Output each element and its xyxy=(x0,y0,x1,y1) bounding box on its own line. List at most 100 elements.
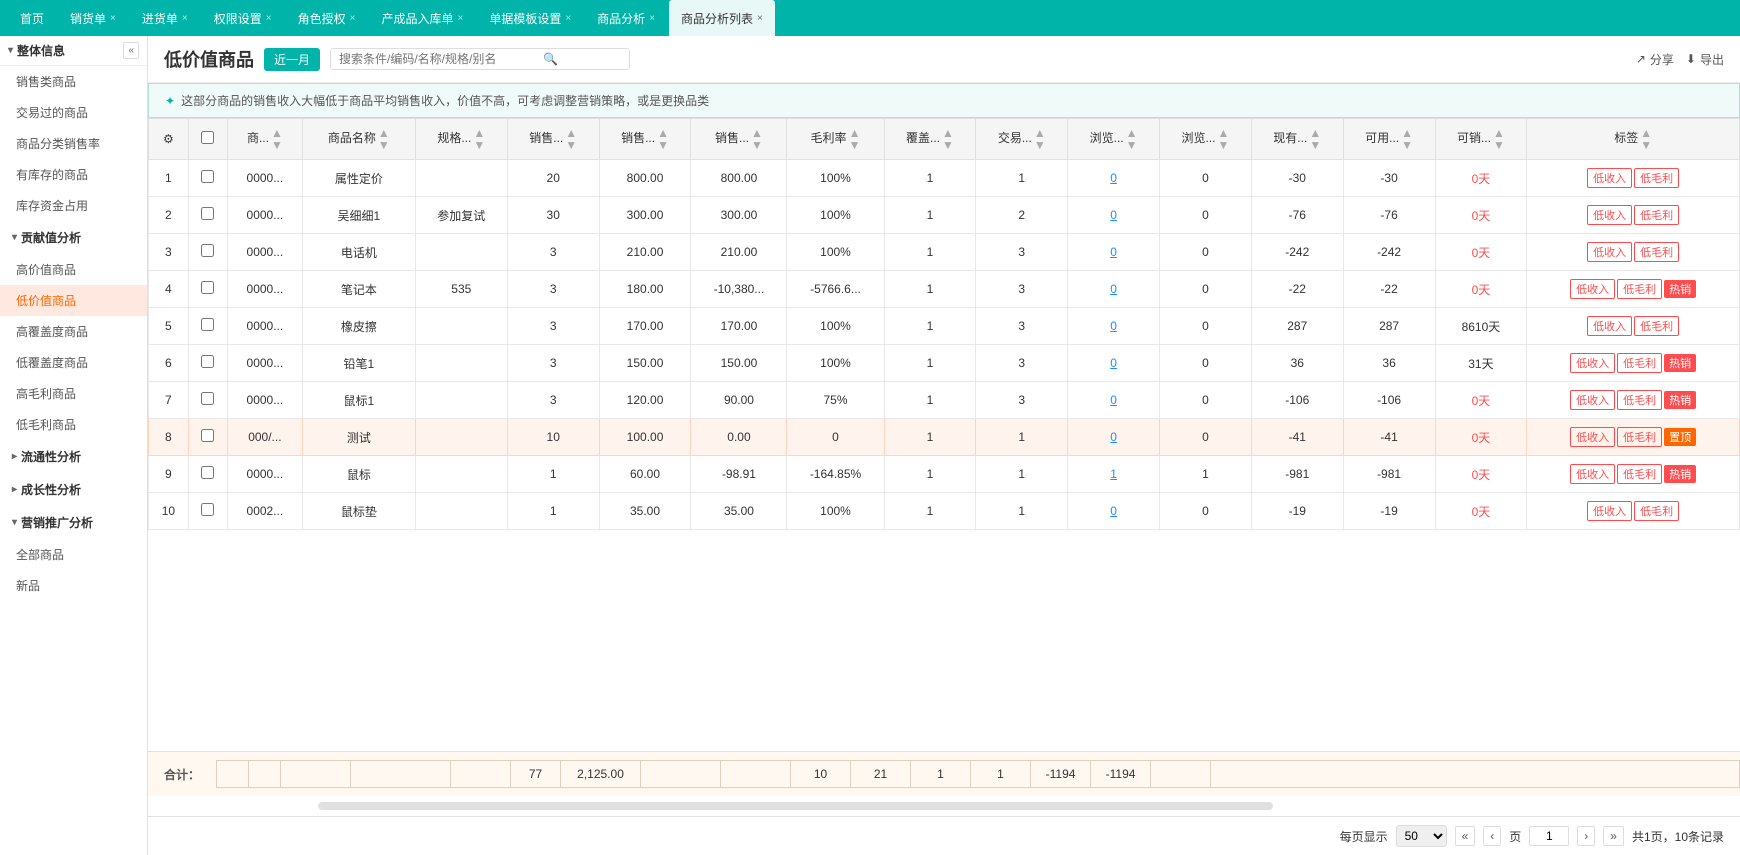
browse-link[interactable]: 0 xyxy=(1110,171,1117,185)
row-checkbox[interactable] xyxy=(201,429,214,442)
sidebar-item-traded-goods[interactable]: 交易过的商品 xyxy=(0,97,147,128)
row-browse1[interactable]: 0 xyxy=(1068,197,1160,234)
sidebar-section-growth[interactable]: ▸ 成长性分析 xyxy=(0,473,147,506)
col-margin[interactable]: 毛利率▲▼ xyxy=(787,119,884,160)
nav-template-settings[interactable]: 单据模板设置 × xyxy=(477,0,583,36)
page-number-input[interactable] xyxy=(1529,826,1569,846)
col-coverage[interactable]: 覆盖...▲▼ xyxy=(884,119,976,160)
browse-link[interactable]: 0 xyxy=(1110,504,1117,518)
col-browse2[interactable]: 浏览...▲▼ xyxy=(1160,119,1252,160)
sidebar-item-low-margin[interactable]: 低毛利商品 xyxy=(0,409,147,440)
col-sales-qty[interactable]: 销售...▲▼ xyxy=(507,119,599,160)
first-page-button[interactable]: « xyxy=(1455,826,1476,846)
col-sales-price[interactable]: 销售...▲▼ xyxy=(599,119,691,160)
sidebar-item-new-goods[interactable]: 新品 xyxy=(0,570,147,601)
prev-page-button[interactable]: ‹ xyxy=(1483,826,1501,846)
nav-product-stock[interactable]: 产成品入库单 × xyxy=(369,0,475,36)
nav-close-sales[interactable]: × xyxy=(110,13,116,24)
nav-product-analysis-list[interactable]: 商品分析列表 × xyxy=(669,0,775,36)
row-browse1[interactable]: 0 xyxy=(1068,382,1160,419)
date-filter-button[interactable]: 近一月 xyxy=(264,48,320,71)
row-checkbox-cell[interactable] xyxy=(188,493,227,530)
nav-permissions[interactable]: 权限设置 × xyxy=(202,0,284,36)
col-name[interactable]: 商品名称▲▼ xyxy=(302,119,415,160)
col-sales-cost[interactable]: 销售...▲▼ xyxy=(691,119,787,160)
sidebar-item-all-goods[interactable]: 全部商品 xyxy=(0,539,147,570)
sidebar-section-contribution[interactable]: ▾ 贡献值分析 xyxy=(0,221,147,254)
share-button[interactable]: ↗ 分享 xyxy=(1636,51,1674,68)
row-browse1[interactable]: 0 xyxy=(1068,345,1160,382)
col-transaction[interactable]: 交易...▲▼ xyxy=(976,119,1068,160)
browse-link[interactable]: 1 xyxy=(1110,467,1117,481)
row-checkbox-cell[interactable] xyxy=(188,308,227,345)
row-checkbox[interactable] xyxy=(201,318,214,331)
nav-close-role[interactable]: × xyxy=(350,13,356,24)
sidebar-item-low-value[interactable]: 低价值商品 xyxy=(0,285,147,316)
row-checkbox[interactable] xyxy=(201,281,214,294)
search-icon[interactable]: 🔍 xyxy=(543,52,558,66)
col-browse1[interactable]: 浏览...▲▼ xyxy=(1068,119,1160,160)
row-checkbox[interactable] xyxy=(201,355,214,368)
sidebar-item-stock-capital[interactable]: 库存资金占用 xyxy=(0,190,147,221)
next-page-button[interactable]: › xyxy=(1577,826,1595,846)
nav-purchase-order[interactable]: 进货单 × xyxy=(130,0,200,36)
page-size-select[interactable]: 50 20 100 xyxy=(1396,825,1447,847)
sidebar-item-category-sales[interactable]: 商品分类销售率 xyxy=(0,128,147,159)
row-checkbox[interactable] xyxy=(201,244,214,257)
nav-sales-order[interactable]: 销货单 × xyxy=(58,0,128,36)
select-all-checkbox[interactable] xyxy=(201,131,214,144)
row-checkbox-cell[interactable] xyxy=(188,271,227,308)
sidebar-item-high-value[interactable]: 高价值商品 xyxy=(0,254,147,285)
nav-close-stock[interactable]: × xyxy=(457,13,463,24)
browse-link[interactable]: 0 xyxy=(1110,282,1117,296)
row-checkbox[interactable] xyxy=(201,170,214,183)
sidebar-item-low-coverage[interactable]: 低覆盖度商品 xyxy=(0,347,147,378)
search-input[interactable] xyxy=(339,52,539,66)
col-available[interactable]: 可用...▲▼ xyxy=(1343,119,1435,160)
row-browse1[interactable]: 0 xyxy=(1068,308,1160,345)
browse-link[interactable]: 0 xyxy=(1110,208,1117,222)
row-checkbox-cell[interactable] xyxy=(188,382,227,419)
nav-close-list[interactable]: × xyxy=(757,13,763,24)
browse-link[interactable]: 0 xyxy=(1110,245,1117,259)
browse-link[interactable]: 0 xyxy=(1110,430,1117,444)
nav-close-analysis[interactable]: × xyxy=(649,13,655,24)
row-browse1[interactable]: 0 xyxy=(1068,234,1160,271)
row-browse1[interactable]: 0 xyxy=(1068,160,1160,197)
browse-link[interactable]: 0 xyxy=(1110,393,1117,407)
last-page-button[interactable]: » xyxy=(1603,826,1624,846)
row-checkbox[interactable] xyxy=(201,503,214,516)
nav-close-purchase[interactable]: × xyxy=(182,13,188,24)
nav-role-auth[interactable]: 角色授权 × xyxy=(286,0,368,36)
export-button[interactable]: ⬇ 导出 xyxy=(1686,51,1724,68)
sidebar-section-flow[interactable]: ▸ 流通性分析 xyxy=(0,440,147,473)
row-browse1[interactable]: 1 xyxy=(1068,456,1160,493)
row-checkbox-cell[interactable] xyxy=(188,160,227,197)
row-checkbox-cell[interactable] xyxy=(188,345,227,382)
row-checkbox-cell[interactable] xyxy=(188,419,227,456)
sidebar-collapse-btn[interactable]: « xyxy=(123,42,139,59)
row-checkbox[interactable] xyxy=(201,466,214,479)
sidebar-section-overall[interactable]: ▾ 整体信息 xyxy=(8,42,65,59)
col-settings[interactable]: ⚙ xyxy=(149,119,189,160)
nav-product-analysis[interactable]: 商品分析 × xyxy=(585,0,667,36)
col-current[interactable]: 现有...▲▼ xyxy=(1251,119,1343,160)
sidebar-item-sales-goods[interactable]: 销售类商品 xyxy=(0,66,147,97)
nav-close-perm[interactable]: × xyxy=(266,13,272,24)
sidebar-item-high-margin[interactable]: 高毛利商品 xyxy=(0,378,147,409)
sidebar-item-stock-goods[interactable]: 有库存的商品 xyxy=(0,159,147,190)
row-checkbox[interactable] xyxy=(201,392,214,405)
browse-link[interactable]: 0 xyxy=(1110,319,1117,333)
row-checkbox-cell[interactable] xyxy=(188,234,227,271)
nav-home[interactable]: 首页 xyxy=(8,0,56,36)
col-saleable[interactable]: 可销...▲▼ xyxy=(1435,119,1527,160)
col-tags[interactable]: 标签▲▼ xyxy=(1527,119,1740,160)
row-checkbox-cell[interactable] xyxy=(188,456,227,493)
col-code[interactable]: 商...▲▼ xyxy=(227,119,302,160)
browse-link[interactable]: 0 xyxy=(1110,356,1117,370)
row-browse1[interactable]: 0 xyxy=(1068,271,1160,308)
sidebar-section-marketing[interactable]: ▾ 营销推广分析 xyxy=(0,506,147,539)
row-checkbox-cell[interactable] xyxy=(188,197,227,234)
row-browse1[interactable]: 0 xyxy=(1068,419,1160,456)
row-browse1[interactable]: 0 xyxy=(1068,493,1160,530)
